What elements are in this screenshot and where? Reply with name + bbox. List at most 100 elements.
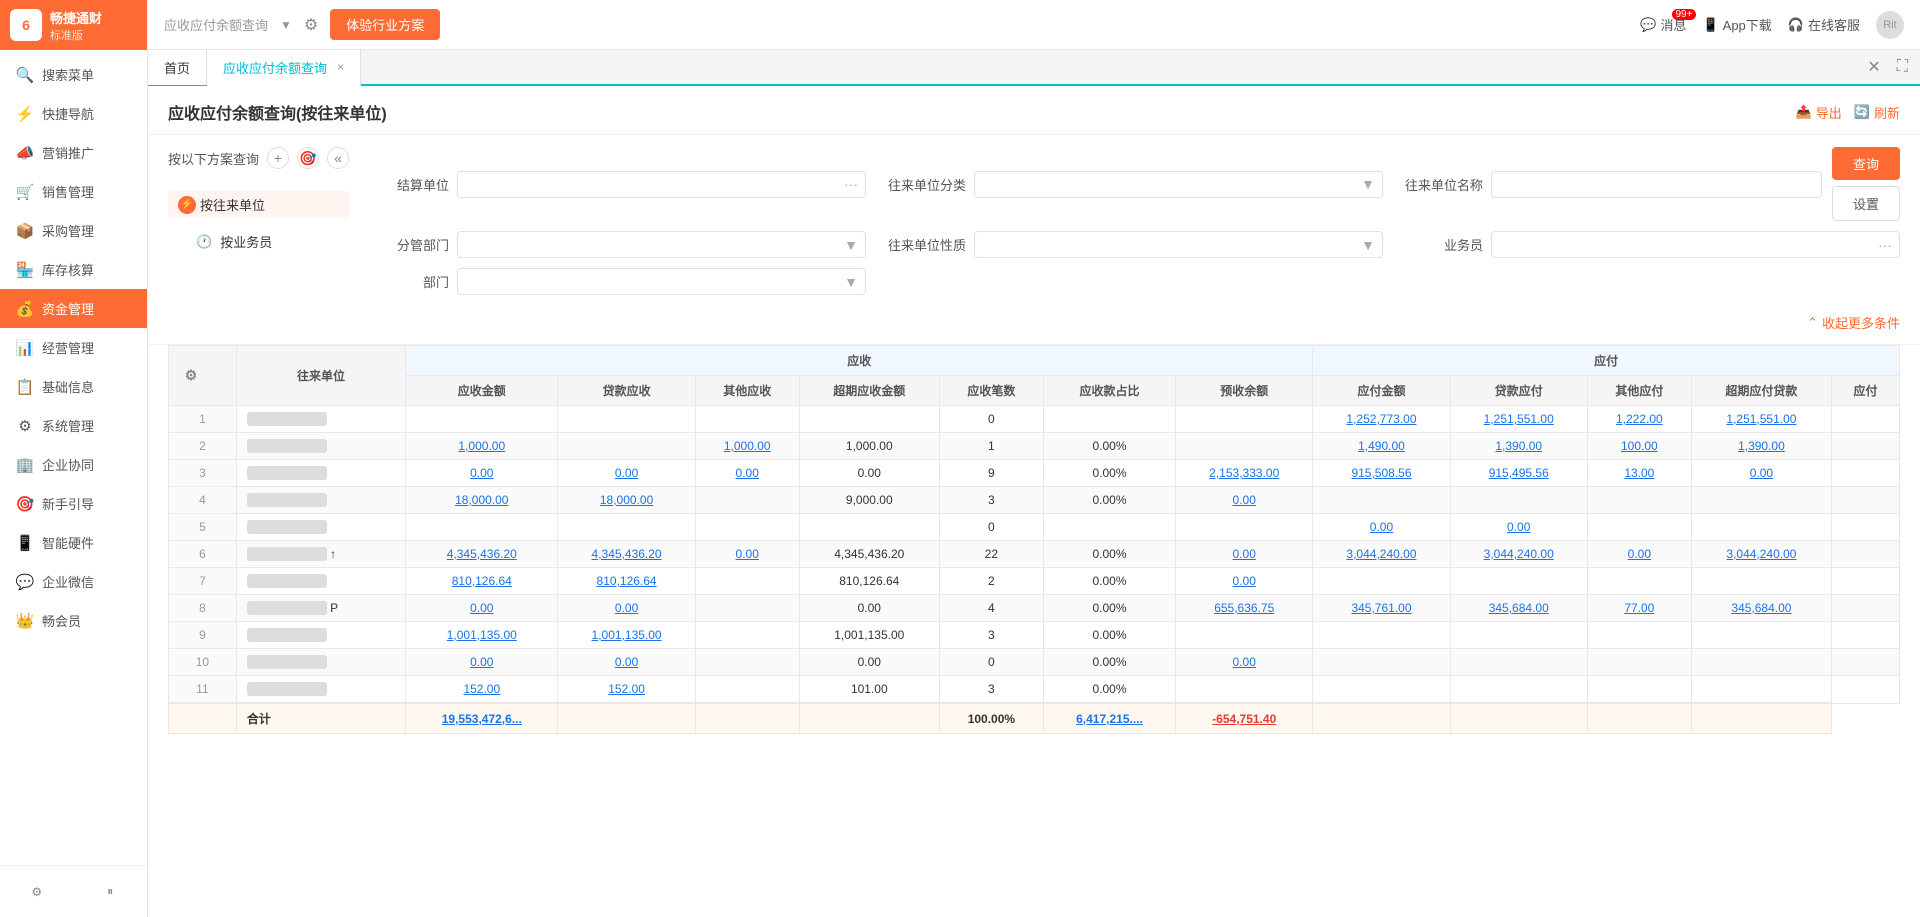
footer-yushou-yue[interactable]: 6,417,215.... (1043, 703, 1175, 734)
cell-daikuan-yingfu[interactable]: 1,390.00 (1450, 433, 1587, 460)
cell-daikuan-yingfu[interactable]: 345,684.00 (1450, 595, 1587, 622)
filter-add-btn[interactable]: + (267, 147, 289, 169)
cell-chaoqi-yingfu[interactable]: 1,251,551.00 (1691, 406, 1831, 433)
table-settings-icon[interactable]: ⚙ (179, 364, 203, 388)
sidebar-item-guide[interactable]: 🎯 新手引导 (0, 484, 147, 523)
collapse-button[interactable]: ⌃ 收起更多条件 (1807, 313, 1900, 332)
cell-daikuan-yingshou[interactable]: 810,126.64 (558, 568, 695, 595)
sidebar-item-hardware[interactable]: 📱 智能硬件 (0, 523, 147, 562)
yewuyuan-input[interactable] (1491, 231, 1900, 258)
cell-yingfu-jine[interactable]: 1,252,773.00 (1313, 406, 1450, 433)
wanglai-mingcheng-input[interactable] (1491, 171, 1822, 198)
app-download-btn[interactable]: 📱 App下载 (1702, 15, 1771, 34)
cell-daikuan-yingshou[interactable]: 18,000.00 (558, 487, 695, 514)
cell-qita-yingfu[interactable]: 0.00 (1587, 541, 1691, 568)
cell-daikuan-yingshou[interactable]: 0.00 (558, 649, 695, 676)
cell-chaoqi-yingfu[interactable]: 345,684.00 (1691, 595, 1831, 622)
cell-qita-yingfu[interactable]: 13.00 (1587, 460, 1691, 487)
cell-yushou-yue[interactable]: 0.00 (1176, 649, 1313, 676)
tab-close-icon[interactable]: × (337, 60, 344, 74)
refresh-button[interactable]: 🔄 刷新 (1854, 103, 1900, 122)
cell-qita-yingshou[interactable]: 0.00 (695, 460, 799, 487)
cell-yingshou-jine[interactable]: 152.00 (406, 676, 558, 704)
cell-yingshou-jine[interactable]: 0.00 (406, 460, 558, 487)
filter-target-btn[interactable]: 🎯 (297, 147, 319, 169)
cell-qita-yingfu[interactable]: 77.00 (1587, 595, 1691, 622)
cell-chaoqi-yingfu[interactable]: 3,044,240.00 (1691, 541, 1831, 568)
sidebar-item-enterprise[interactable]: 🏢 企业协同 (0, 445, 147, 484)
cell-yushou-yue[interactable]: 0.00 (1176, 487, 1313, 514)
footer-yingfu-jine[interactable]: -654,751.40 (1176, 703, 1313, 734)
sidebar-item-basic-info[interactable]: 📋 基础信息 (0, 367, 147, 406)
topbar-gear-icon[interactable]: ⚙ (304, 15, 318, 35)
cell-daikuan-yingfu[interactable]: 0.00 (1450, 514, 1587, 541)
cell-qita-yingshou[interactable]: 0.00 (695, 541, 799, 568)
cell-qita-yingfu[interactable]: 1,222.00 (1587, 406, 1691, 433)
cell-yushou-yue[interactable]: 655,636.75 (1176, 595, 1313, 622)
filter-back-btn[interactable]: « (327, 147, 349, 169)
sidebar-item-finance[interactable]: 💰 资金管理 (0, 289, 147, 328)
sidebar-settings-btn[interactable]: ⚙ (0, 876, 74, 907)
sidebar-item-purchase[interactable]: 📦 采购管理 (0, 211, 147, 250)
sidebar-item-wechat[interactable]: 💬 企业微信 (0, 562, 147, 601)
wanglai-fenlei-input[interactable] (974, 171, 1383, 198)
cell-yingfu-jine[interactable]: 3,044,240.00 (1313, 541, 1450, 568)
cell-daikuan-yingfu[interactable]: 3,044,240.00 (1450, 541, 1587, 568)
cell-yingshou-jine[interactable]: 4,345,436.20 (406, 541, 558, 568)
online-service-btn[interactable]: 🎧 在线客服 (1788, 15, 1860, 34)
promo-button[interactable]: 体验行业方案 (330, 9, 440, 40)
sidebar-item-inventory[interactable]: 🏪 库存核算 (0, 250, 147, 289)
export-button[interactable]: 📤 导出 (1796, 103, 1842, 122)
cell-daikuan-yingfu[interactable]: 1,251,551.00 (1450, 406, 1587, 433)
cell-seq: 8 (169, 595, 237, 622)
cell-qita-yingshou[interactable]: 1,000.00 (695, 433, 799, 460)
tab-active[interactable]: 应收应付余额查询 × (207, 50, 361, 86)
user-avatar[interactable]: Rit (1876, 11, 1904, 39)
cell-yingshou-jine[interactable]: 1,000.00 (406, 433, 558, 460)
tab-home[interactable]: 首页 (148, 50, 207, 85)
cell-yingshou-jine[interactable]: 1,001,135.00 (406, 622, 558, 649)
cell-daikuan-yingshou[interactable]: 1,001,135.00 (558, 622, 695, 649)
cell-yingfu-jine[interactable]: 915,508.56 (1313, 460, 1450, 487)
cell-yushou-yue[interactable]: 2,153,333.00 (1176, 460, 1313, 487)
cell-daikuan-yingshou[interactable]: 0.00 (558, 460, 695, 487)
cell-yingshou-jine[interactable]: 18,000.00 (406, 487, 558, 514)
cell-daikuan-yingshou[interactable]: 0.00 (558, 595, 695, 622)
maximize-window-icon[interactable]: ⛶ (1893, 54, 1912, 80)
cell-yushou-yue[interactable]: 0.00 (1176, 541, 1313, 568)
cell-chaoqi-yingfu[interactable]: 0.00 (1691, 460, 1831, 487)
cell-yingshou-jine[interactable]: 810,126.64 (406, 568, 558, 595)
cell-yingfu-jine[interactable]: 0.00 (1313, 514, 1450, 541)
cell-yingshou-jine[interactable]: 0.00 (406, 595, 558, 622)
sidebar-item-member[interactable]: 👑 畅会员 (0, 601, 147, 640)
message-btn[interactable]: 💬 消息 99+ (1640, 15, 1686, 34)
sidebar-item-sales[interactable]: 🛒 销售管理 (0, 172, 147, 211)
query-button[interactable]: 查询 (1832, 147, 1900, 180)
close-window-icon[interactable]: ✕ (1863, 53, 1884, 81)
sidebar-item-quick-nav[interactable]: ⚡ 快捷导航 (0, 94, 147, 133)
sidebar-collapse-btn[interactable]: ⏸ (74, 876, 148, 907)
fenguan-input[interactable] (457, 231, 866, 258)
filter-option1[interactable]: ⚡ 按往来单位 (168, 191, 349, 218)
bumen-input[interactable] (457, 268, 866, 295)
sidebar-item-system[interactable]: ⚙ 系统管理 (0, 406, 147, 445)
cell-daikuan-yingshou[interactable]: 152.00 (558, 676, 695, 704)
th-yingfu-jine: 应付金额 (1313, 376, 1450, 406)
cell-daikuan-yingfu[interactable]: 915,495.56 (1450, 460, 1587, 487)
sidebar-item-marketing[interactable]: 📣 营销推广 (0, 133, 147, 172)
sidebar-item-management[interactable]: 📊 经营管理 (0, 328, 147, 367)
filter-area: 按以下方案查询 + 🎯 « ⚡ 按往来单位 🕐 按业务员 (148, 135, 1920, 345)
wanglai-xingzhi-input[interactable] (974, 231, 1383, 258)
cell-daikuan-yingshou[interactable]: 4,345,436.20 (558, 541, 695, 568)
filter-option2[interactable]: 🕐 按业务员 (168, 228, 349, 255)
jiesuan-input[interactable] (457, 171, 866, 198)
cell-chaoqi-yingfu[interactable]: 1,390.00 (1691, 433, 1831, 460)
cell-yingfu-jine[interactable]: 1,490.00 (1313, 433, 1450, 460)
cell-yingfu-jine[interactable]: 345,761.00 (1313, 595, 1450, 622)
sidebar-item-search[interactable]: 🔍 搜索菜单 (0, 55, 147, 94)
setting-button[interactable]: 设置 (1832, 186, 1900, 221)
footer-yingshou-jine[interactable]: 19,553,472,6... (406, 703, 558, 734)
cell-yushou-yue[interactable]: 0.00 (1176, 568, 1313, 595)
cell-yingshou-jine[interactable]: 0.00 (406, 649, 558, 676)
cell-qita-yingfu[interactable]: 100.00 (1587, 433, 1691, 460)
